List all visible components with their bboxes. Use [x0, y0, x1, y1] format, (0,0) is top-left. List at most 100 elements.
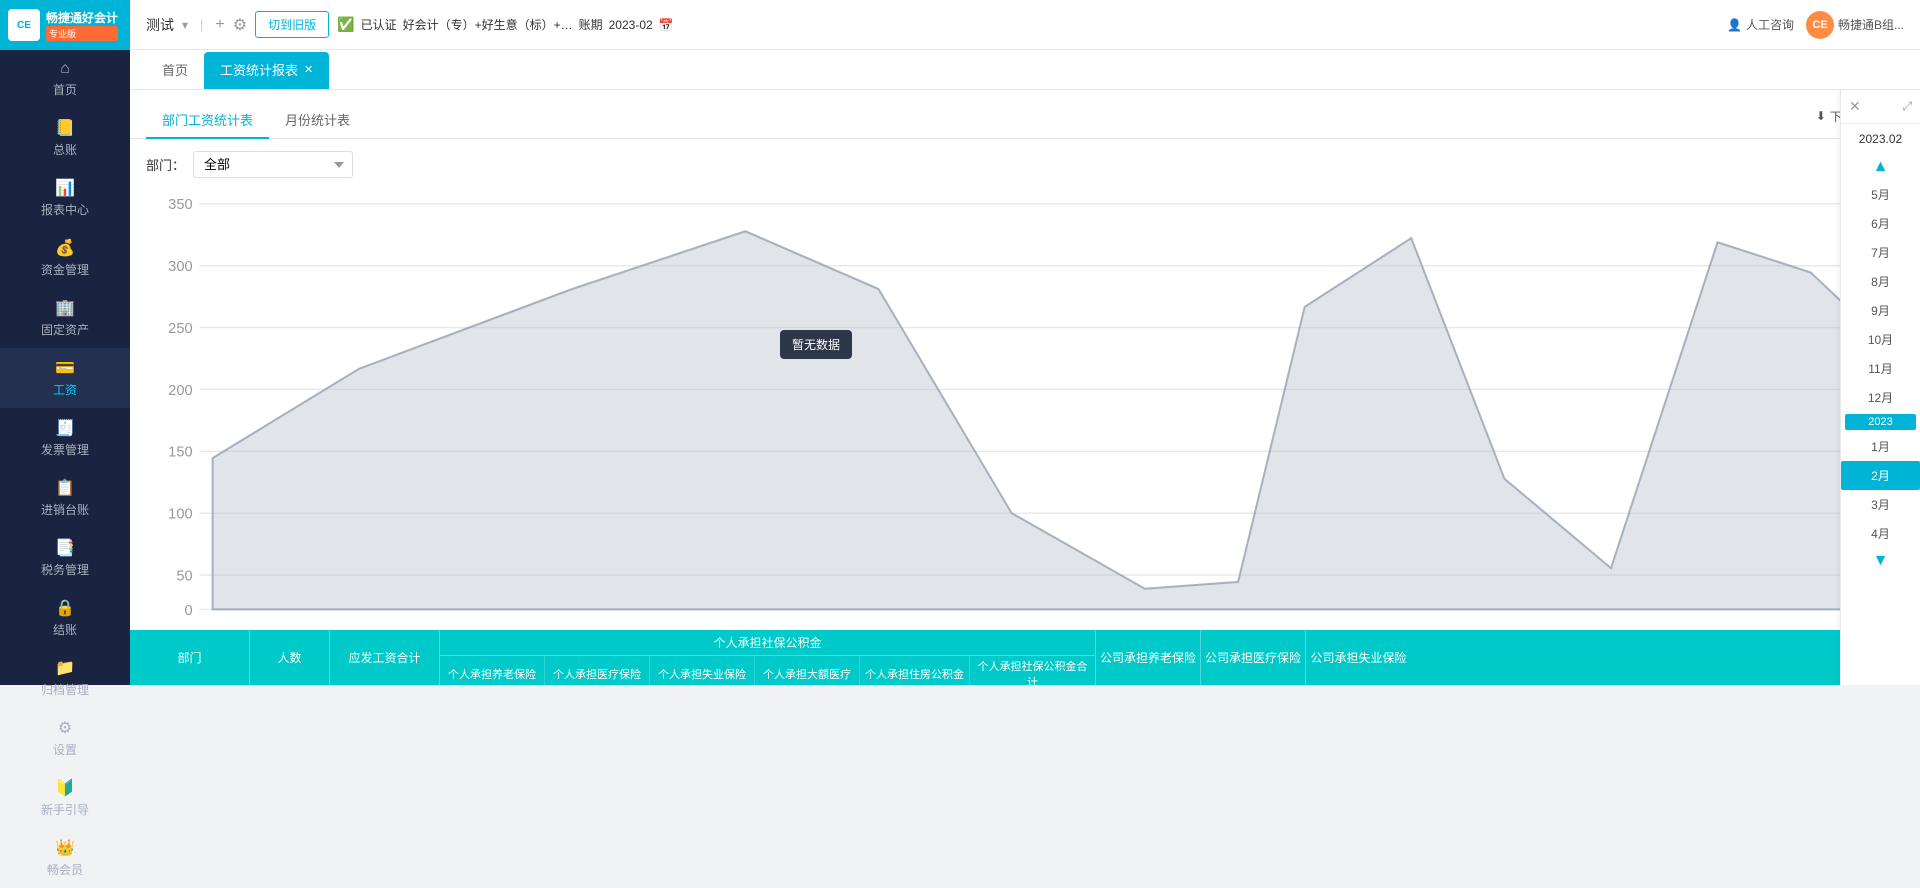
subtab-bar: 部门工资统计表 月份统计表 ⬇ 下载 ↻ 刷新	[130, 90, 1920, 139]
sidebar-icon-salary: 💳	[55, 358, 75, 378]
sidebar-item-closing[interactable]: 🔒 结账	[0, 588, 130, 648]
col-group-personal-cells: 个人承担养老保险 个人承担医疗保险 个人承担失业保险 个人承担大额医疗 个人承担…	[440, 656, 1095, 685]
period-label: 账期	[579, 16, 603, 33]
logo: CE 畅捷通好会计 专业版	[0, 0, 130, 50]
subtab-monthly[interactable]: 月份统计表	[269, 102, 366, 139]
sidebar-icon-reports: 📊	[55, 178, 75, 198]
right-panel-close-btn[interactable]: ✕	[1849, 98, 1861, 115]
sidebar-icon-closing: 🔒	[55, 598, 75, 618]
sidebar-label-sales: 进销台账	[41, 501, 89, 518]
sidebar-item-tax[interactable]: 📑税务管理	[0, 528, 130, 588]
sidebar-label-funds: 资金管理	[41, 261, 89, 278]
sidebar-label-salary: 工资	[53, 381, 77, 398]
right-panel: ✕ ⤢ 2023.02 ▲ 5月 6月 7月 8月 9月 10月 11月 12月…	[1840, 90, 1920, 685]
page-content: 部门工资统计表 月份统计表 ⬇ 下载 ↻ 刷新 部门： 全部	[130, 90, 1920, 685]
col-dept-label: 部门	[177, 649, 201, 666]
sidebar-icon-invoice: 🧾	[55, 418, 75, 438]
status-icon: ✅	[337, 16, 354, 33]
right-panel-month-5[interactable]: 5月	[1841, 180, 1920, 209]
sidebar-icon-guide: 🔰	[55, 778, 75, 798]
user-info[interactable]: CE 畅捷通B组...	[1806, 11, 1904, 39]
sidebar-label-closing: 结账	[53, 621, 77, 638]
svg-text:200: 200	[168, 383, 192, 399]
col-dept: 部门	[130, 630, 250, 685]
tab-salary-report-label: 工资统计报表	[220, 60, 298, 79]
expand-icon[interactable]: ⤢	[1902, 99, 1912, 114]
consult-btn[interactable]: 👤 人工咨询	[1727, 16, 1794, 33]
sidebar-icon-assets: 🏢	[55, 298, 75, 318]
col-company-pension-label: 公司承担养老保险	[1100, 649, 1196, 666]
sidebar-icon-vip: 👑	[55, 838, 75, 858]
status-text: 已认证	[361, 16, 397, 33]
right-panel-month-12[interactable]: 12月	[1841, 383, 1920, 412]
right-panel-month-7[interactable]: 7月	[1841, 238, 1920, 267]
right-panel-month-1[interactable]: 1月	[1841, 432, 1920, 461]
right-panel-up-nav[interactable]: ▲	[1869, 154, 1893, 180]
logo-abbr: CE	[17, 20, 31, 31]
sidebar-icon-funds: 💰	[55, 238, 75, 258]
topbar-right: 👤 人工咨询 CE 畅捷通B组...	[1727, 11, 1904, 39]
switch-old-btn[interactable]: 切到旧版	[255, 11, 329, 38]
logo-icon: CE	[8, 9, 40, 41]
col-company-medical: 公司承担医疗保险	[1201, 630, 1306, 685]
logo-title: 畅捷通好会计	[46, 9, 118, 26]
sidebar-label-assets: 固定资产	[41, 321, 89, 338]
col-personal-pension: 个人承担养老保险	[440, 656, 545, 685]
subtab-dept[interactable]: 部门工资统计表	[146, 102, 269, 139]
tab-close-icon[interactable]: ✕	[304, 63, 313, 76]
right-panel-date: 2023.02	[1855, 124, 1906, 154]
sidebar-label-guide: 新手引导	[41, 801, 89, 818]
right-panel-month-9[interactable]: 9月	[1841, 296, 1920, 325]
sidebar-icon-tax: 📑	[55, 538, 75, 558]
sidebar-item-assets[interactable]: 🏢 固定资产	[0, 288, 130, 348]
sidebar-icon-settings: ⚙	[58, 718, 72, 738]
sidebar: CE 畅捷通好会计 专业版 ⌂首页📒总账📊报表中心 💰 资金管理 🏢 固定资产 💳 工资 🧾发…	[0, 0, 130, 685]
sidebar-item-home[interactable]: ⌂首页	[0, 50, 130, 108]
right-panel-month-10[interactable]: 10月	[1841, 325, 1920, 354]
right-panel-month-4[interactable]: 4月	[1841, 519, 1920, 548]
tab-salary-report[interactable]: 工资统计报表 ✕	[204, 52, 329, 89]
col-group-personal-header: 个人承担社保公积金	[440, 630, 1095, 656]
col-people: 人数	[250, 630, 330, 685]
topbar-divider1: |	[200, 17, 203, 32]
sidebar-item-invoice[interactable]: 🧾发票管理	[0, 408, 130, 468]
sidebar-item-ledger[interactable]: 📒总账	[0, 108, 130, 168]
sidebar-label-settings: 设置	[53, 741, 77, 758]
logo-badge: 专业版	[46, 26, 118, 41]
tab-home[interactable]: 首页	[146, 52, 204, 89]
consult-label: 人工咨询	[1746, 16, 1794, 33]
calendar-icon[interactable]: 📅	[659, 18, 674, 32]
sidebar-item-funds[interactable]: 💰 资金管理	[0, 228, 130, 288]
svg-text:100: 100	[168, 506, 192, 522]
filter-label: 部门：	[146, 155, 185, 174]
period-value: 2023-02	[609, 18, 653, 32]
right-panel-month-6[interactable]: 6月	[1841, 209, 1920, 238]
sidebar-item-guide[interactable]: 🔰 新手引导	[0, 768, 130, 828]
col-personal-total: 个人承担社保公积金合计	[970, 656, 1095, 685]
sidebar-item-settings[interactable]: ⚙ 设置	[0, 708, 130, 768]
right-panel-month-2[interactable]: 2月	[1841, 461, 1920, 490]
gear-icon[interactable]: ⚙	[233, 15, 247, 35]
sidebar-item-reports[interactable]: 📊报表中心	[0, 168, 130, 228]
svg-text:250: 250	[168, 321, 192, 337]
svg-text:150: 150	[168, 445, 192, 461]
col-company-pension: 公司承担养老保险	[1096, 630, 1201, 685]
tabbar: 首页 工资统计报表 ✕	[130, 50, 1920, 90]
col-total-salary: 应发工资合计	[330, 630, 440, 685]
right-panel-month-11[interactable]: 11月	[1841, 354, 1920, 383]
plus-icon[interactable]: +	[215, 16, 224, 34]
sidebar-item-sales[interactable]: 📋 进销台账	[0, 468, 130, 528]
col-company-medical-label: 公司承担医疗保险	[1205, 649, 1301, 666]
sidebar-item-archive[interactable]: 📁归档管理	[0, 648, 130, 708]
dept-select[interactable]: 全部	[193, 151, 353, 178]
sidebar-item-vip[interactable]: 👑畅会员	[0, 828, 130, 888]
sidebar-icon-ledger: 📒	[55, 118, 75, 138]
topbar-status: ✅ 已认证 好会计（专）+好生意（标）+… 账期 2023-02 📅	[337, 16, 674, 33]
tags-text: 好会计（专）+好生意（标）+…	[403, 16, 573, 33]
sidebar-icon-sales: 📋	[55, 478, 75, 498]
right-panel-down-nav[interactable]: ▼	[1869, 548, 1893, 574]
right-panel-month-8[interactable]: 8月	[1841, 267, 1920, 296]
right-panel-month-3[interactable]: 3月	[1841, 490, 1920, 519]
svg-text:300: 300	[168, 259, 192, 275]
sidebar-item-salary[interactable]: 💳 工资	[0, 348, 130, 408]
